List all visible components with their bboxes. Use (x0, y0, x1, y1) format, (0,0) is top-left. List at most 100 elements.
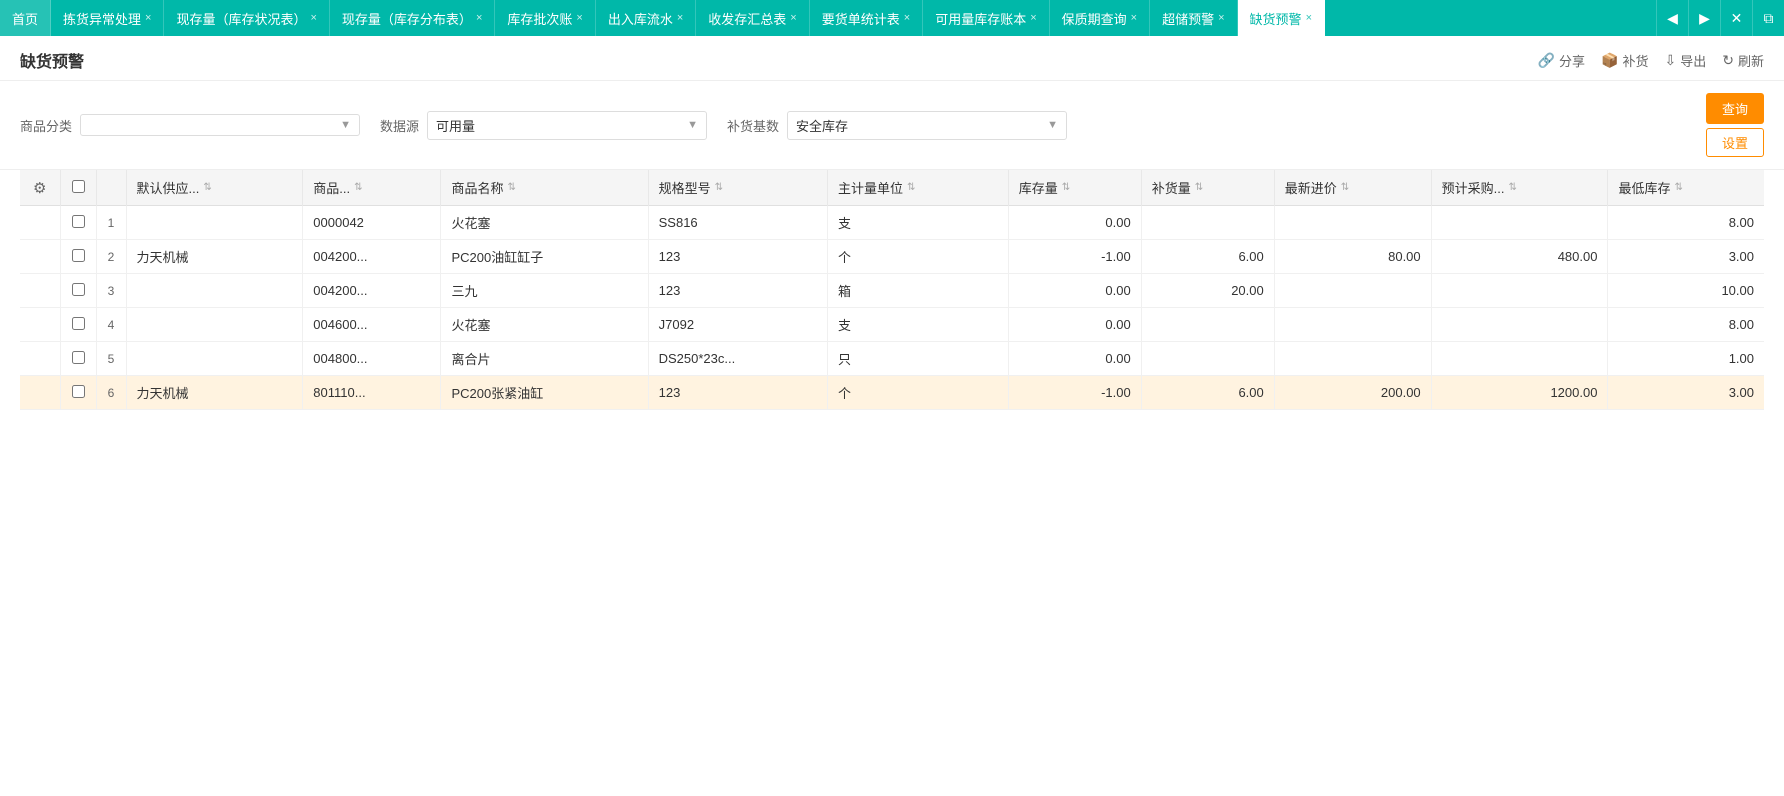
row-check-cell[interactable] (60, 376, 96, 410)
th-replenish-qty[interactable]: 补货量 ⇅ (1141, 170, 1274, 206)
replenish-button[interactable]: 📦 补货 (1601, 51, 1648, 70)
close-icon-batch[interactable]: × (576, 12, 582, 24)
th-name[interactable]: 商品名称 ⇅ (441, 170, 648, 206)
close-icon-expiry[interactable]: × (1131, 12, 1137, 24)
data-table: ⚙ 默认供应... ⇅ 商品... (20, 170, 1764, 410)
row-checkbox-4[interactable] (72, 351, 85, 364)
row-check-cell[interactable] (60, 308, 96, 342)
table-row: 2 力天机械 004200... PC200油缸缸子 123 个 -1.00 6… (20, 240, 1764, 274)
close-icon-stock2[interactable]: × (476, 12, 482, 24)
close-icon-inout[interactable]: × (677, 12, 683, 24)
nav-item-inout[interactable]: 出入库流水 × (596, 0, 696, 36)
row-latest-price-2 (1274, 274, 1431, 308)
th-latest-price-label: 最新进价 (1285, 178, 1337, 197)
th-check[interactable] (60, 170, 96, 206)
th-supplier-sort-icon: ⇅ (203, 182, 211, 193)
datasource-label: 数据源 (380, 116, 419, 135)
nav-next-button[interactable]: ▶ (1688, 0, 1720, 36)
nav-item-stock1[interactable]: 现存量（库存状况表） × (164, 0, 329, 36)
row-est-purchase-0 (1431, 206, 1608, 240)
row-check-cell[interactable] (60, 342, 96, 376)
row-checkbox-3[interactable] (72, 317, 85, 330)
close-icon-collect[interactable]: × (790, 12, 796, 24)
settings-button[interactable]: 设置 (1706, 128, 1764, 157)
table-row: 5 004800... 离合片 DS250*23c... 只 0.00 1.00 (20, 342, 1764, 376)
replenish-select[interactable]: 安全库存 ▼ (787, 111, 1067, 140)
nav-item-orderstat[interactable]: 要货单统计表 × (810, 0, 923, 36)
th-latest-price[interactable]: 最新进价 ⇅ (1274, 170, 1431, 206)
row-replenish-qty-2: 20.00 (1141, 274, 1274, 308)
th-code[interactable]: 商品... ⇅ (303, 170, 441, 206)
export-button[interactable]: ⇩ 导出 (1665, 51, 1707, 70)
nav-label-batch: 库存批次账 (507, 9, 572, 28)
row-supplier-5: 力天机械 (126, 376, 303, 410)
nav-item-available[interactable]: 可用量库存账本 × (923, 0, 1049, 36)
share-label: 分享 (1559, 51, 1585, 70)
close-icon-overstock[interactable]: × (1218, 12, 1224, 24)
refresh-button[interactable]: ↻ 刷新 (1722, 51, 1764, 70)
close-icon-available[interactable]: × (1030, 12, 1036, 24)
datasource-select[interactable]: 可用量 ▼ (427, 111, 707, 140)
nav-label-orderstat: 要货单统计表 (822, 9, 900, 28)
close-icon-orderstat[interactable]: × (904, 12, 910, 24)
close-icon-abnormal[interactable]: × (145, 12, 151, 24)
row-spec-1: 123 (648, 240, 827, 274)
th-unit[interactable]: 主计量单位 ⇅ (827, 170, 1008, 206)
row-checkbox-1[interactable] (72, 249, 85, 262)
row-spec-2: 123 (648, 274, 827, 308)
row-stock-0: 0.00 (1008, 206, 1141, 240)
category-select[interactable]: ▼ (80, 114, 360, 136)
row-check-cell[interactable] (60, 274, 96, 308)
nav-controls: ◀ ▶ ✕ ⧉ (1656, 0, 1784, 36)
row-replenish-qty-0 (1141, 206, 1274, 240)
th-code-sort-icon: ⇅ (354, 182, 362, 193)
th-est-purchase[interactable]: 预计采购... ⇅ (1431, 170, 1608, 206)
nav-item-batch[interactable]: 库存批次账 × (495, 0, 595, 36)
close-icon-shortage[interactable]: × (1306, 12, 1312, 24)
th-gear[interactable]: ⚙ (20, 170, 60, 206)
nav-label-inout: 出入库流水 (608, 9, 673, 28)
nav-label-stock2: 现存量（库存分布表） (342, 9, 472, 28)
nav-item-overstock[interactable]: 超储预警 × (1150, 0, 1237, 36)
nav-item-expiry[interactable]: 保质期查询 × (1050, 0, 1150, 36)
table-row: 1 0000042 火花塞 SS816 支 0.00 8.00 (20, 206, 1764, 240)
nav-item-home[interactable]: 首页 (0, 0, 51, 36)
row-checkbox-5[interactable] (72, 385, 85, 398)
share-button[interactable]: 🔗 分享 (1538, 51, 1585, 70)
th-stock-label: 库存量 (1019, 178, 1058, 197)
th-unit-label: 主计量单位 (838, 178, 903, 197)
close-icon-stock1[interactable]: × (310, 12, 316, 24)
th-replenish-qty-sort-icon: ⇅ (1195, 182, 1203, 193)
th-min-stock[interactable]: 最低库存 ⇅ (1608, 170, 1764, 206)
nav-prev-button[interactable]: ◀ (1656, 0, 1688, 36)
th-spec[interactable]: 规格型号 ⇅ (648, 170, 827, 206)
row-checkbox-0[interactable] (72, 215, 85, 228)
page-header: 缺货预警 🔗 分享 📦 补货 ⇩ 导出 ↻ 刷新 (0, 36, 1784, 81)
query-button[interactable]: 查询 (1706, 93, 1764, 124)
nav-item-collect[interactable]: 收发存汇总表 × (696, 0, 809, 36)
row-check-cell[interactable] (60, 240, 96, 274)
refresh-icon: ↻ (1722, 52, 1734, 69)
nav-close-button[interactable]: ✕ (1720, 0, 1752, 36)
row-checkbox-2[interactable] (72, 283, 85, 296)
nav-item-shortage[interactable]: 缺货预警 × (1238, 0, 1325, 36)
datasource-value: 可用量 (436, 116, 475, 135)
row-code-5: 801110... (303, 376, 441, 410)
row-index-1: 2 (96, 240, 126, 274)
gear-icon[interactable]: ⚙ (33, 180, 46, 197)
row-replenish-qty-5: 6.00 (1141, 376, 1274, 410)
row-min-stock-1: 3.00 (1608, 240, 1764, 274)
row-gear-cell (20, 240, 60, 274)
nav-label-overstock: 超储预警 (1162, 9, 1214, 28)
row-index-3: 4 (96, 308, 126, 342)
nav-expand-button[interactable]: ⧉ (1752, 0, 1784, 36)
th-stock[interactable]: 库存量 ⇅ (1008, 170, 1141, 206)
filter-buttons: 查询 设置 (1706, 93, 1764, 157)
select-all-checkbox[interactable] (72, 180, 85, 193)
row-stock-2: 0.00 (1008, 274, 1141, 308)
nav-item-abnormal[interactable]: 拣货异常处理 × (51, 0, 164, 36)
nav-item-stock2[interactable]: 现存量（库存分布表） × (330, 0, 495, 36)
row-check-cell[interactable] (60, 206, 96, 240)
th-supplier[interactable]: 默认供应... ⇅ (126, 170, 303, 206)
nav-label-shortage: 缺货预警 (1250, 9, 1302, 28)
